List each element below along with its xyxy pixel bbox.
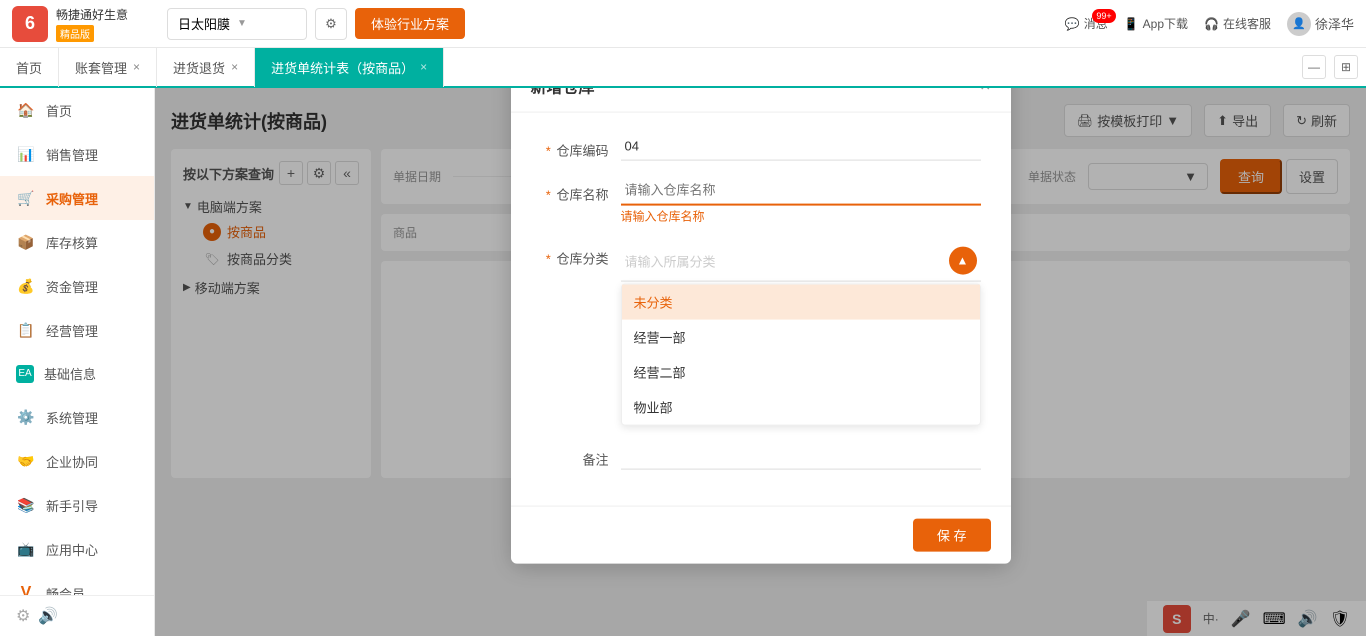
- vip-icon: V: [16, 583, 36, 595]
- guide-icon: 📚: [16, 495, 36, 515]
- sidebar-item-finance[interactable]: 💰 资金管理: [0, 264, 154, 308]
- sidebar: 🏠 首页 📊 销售管理 🛒 采购管理 📦 库存核算 💰 资金管理 📋 经: [0, 88, 155, 636]
- category-placeholder: 请输入所属分类: [625, 251, 716, 270]
- tab-minimize-btn[interactable]: —: [1302, 55, 1326, 79]
- notes-input[interactable]: [621, 442, 981, 470]
- app-logo-icon: 6: [12, 6, 48, 42]
- dropdown-item-3[interactable]: 物业部: [622, 390, 980, 425]
- basic-info-icon: EA: [16, 365, 34, 383]
- tab-close-stats[interactable]: ×: [420, 60, 427, 74]
- phone-icon: 📱: [1124, 17, 1139, 31]
- inventory-icon: 📦: [16, 232, 36, 252]
- logo-area: 6 畅捷通好生意 精品版: [12, 6, 167, 42]
- dropdown-item-1[interactable]: 经营一部: [622, 320, 980, 355]
- sidebar-item-enterprise[interactable]: 🤝 企业协同: [0, 439, 154, 483]
- tab-account[interactable]: 账套管理 ×: [59, 47, 157, 87]
- sidebar-footer: ⚙ 🔊: [0, 595, 154, 636]
- modal-title: 新增仓库: [531, 88, 595, 98]
- app-center-icon: 📺: [16, 539, 36, 559]
- notes-field: [621, 442, 981, 470]
- message-icon: 💬: [1065, 17, 1080, 31]
- tab-purchase-return[interactable]: 进货退货 ×: [157, 47, 255, 87]
- online-service-item[interactable]: 🎧 在线客服: [1204, 15, 1271, 32]
- speaker-icon[interactable]: 🔊: [38, 606, 58, 626]
- sidebar-item-vip[interactable]: V 畅会员: [0, 571, 154, 595]
- tab-home[interactable]: 首页: [0, 47, 59, 87]
- code-label: * 仓库编码: [541, 133, 621, 160]
- sidebar-item-home[interactable]: 🏠 首页: [0, 88, 154, 132]
- purchase-icon: 🛒: [16, 188, 36, 208]
- add-warehouse-modal: 新增仓库 × * 仓库编码 * 仓: [511, 88, 1011, 564]
- store-dropdown-arrow: ▼: [237, 18, 296, 29]
- gear-button[interactable]: ⚙: [315, 8, 347, 40]
- modal-body: * 仓库编码 * 仓库名称 请输入仓库名称: [511, 113, 1011, 506]
- tab-close-account[interactable]: ×: [133, 60, 140, 74]
- category-dropdown-list: 未分类 经营一部 经营二部 物业部: [621, 284, 981, 426]
- name-label: * 仓库名称: [541, 177, 621, 204]
- save-button[interactable]: 保 存: [913, 519, 991, 552]
- sidebar-item-sales[interactable]: 📊 销售管理: [0, 132, 154, 176]
- sidebar-item-operations[interactable]: 📋 经营管理: [0, 308, 154, 352]
- avatar: 👤: [1287, 12, 1311, 36]
- sales-icon: 📊: [16, 144, 36, 164]
- message-badge: 99+: [1092, 9, 1115, 23]
- settings-icon[interactable]: ⚙: [16, 606, 30, 626]
- operations-icon: 📋: [16, 320, 36, 340]
- sidebar-item-purchase[interactable]: 🛒 采购管理: [0, 176, 154, 220]
- form-row-name: * 仓库名称 请输入仓库名称: [541, 177, 981, 225]
- tab-expand-btn[interactable]: ⊞: [1334, 55, 1358, 79]
- sidebar-item-app-center[interactable]: 📺 应用中心: [0, 527, 154, 571]
- form-row-notes: 备注: [541, 442, 981, 470]
- header-right: 💬 消息 99+ 📱 App下载 🎧 在线客服 👤 徐泽华: [1065, 12, 1354, 36]
- app-download-item[interactable]: 📱 App下载: [1124, 15, 1188, 32]
- code-field: [621, 133, 981, 161]
- trial-button[interactable]: 体验行业方案: [355, 8, 465, 39]
- modal-header: 新增仓库 ×: [511, 88, 1011, 113]
- tabs-bar: 首页 账套管理 × 进货退货 × 进货单统计表（按商品） × — ⊞: [0, 48, 1366, 88]
- sidebar-item-basic-info[interactable]: EA 基础信息: [0, 352, 154, 395]
- name-field: 请输入仓库名称: [621, 177, 981, 225]
- dropdown-toggle-icon[interactable]: ▲: [949, 247, 977, 275]
- tab-close-return[interactable]: ×: [231, 60, 238, 74]
- content-area: 进货单统计(按商品) 🖨 按模板打印 ▼ ⬆ 导出 ↻ 刷新: [155, 88, 1366, 636]
- enterprise-icon: 🤝: [16, 451, 36, 471]
- message-item[interactable]: 💬 消息 99+: [1065, 15, 1108, 32]
- user-item[interactable]: 👤 徐泽华: [1287, 12, 1354, 36]
- system-icon: ⚙️: [16, 407, 36, 427]
- store-selector[interactable]: 日太阳膜 ▼: [167, 8, 307, 40]
- main-layout: 🏠 首页 📊 销售管理 🛒 采购管理 📦 库存核算 💰 资金管理 📋 经: [0, 88, 1366, 636]
- notes-label: 备注: [541, 442, 621, 469]
- modal-footer: 保 存: [511, 506, 1011, 564]
- form-row-code: * 仓库编码: [541, 133, 981, 161]
- sidebar-item-system[interactable]: ⚙️ 系统管理: [0, 395, 154, 439]
- modal-close-button[interactable]: ×: [980, 88, 991, 96]
- code-input[interactable]: [621, 133, 981, 161]
- dropdown-item-2[interactable]: 经营二部: [622, 355, 980, 390]
- logo-text: 畅捷通好生意 精品版: [56, 6, 128, 42]
- form-row-category: * 仓库分类 请输入所属分类 ▲ 未分类 经营一部 经营二部 物业部: [541, 241, 981, 426]
- header-middle: 日太阳膜 ▼ ⚙ 体验行业方案: [167, 8, 1065, 40]
- dropdown-item-0[interactable]: 未分类: [622, 285, 980, 320]
- sidebar-item-guide[interactable]: 📚 新手引导: [0, 483, 154, 527]
- name-error-msg: 请输入仓库名称: [621, 208, 981, 225]
- category-field: 请输入所属分类 ▲ 未分类 经营一部 经营二部 物业部: [621, 241, 981, 426]
- tabs-actions: — ⊞: [1302, 55, 1366, 79]
- sidebar-item-inventory[interactable]: 📦 库存核算: [0, 220, 154, 264]
- category-label: * 仓库分类: [541, 241, 621, 268]
- category-dropdown[interactable]: 请输入所属分类 ▲: [621, 241, 981, 282]
- name-input[interactable]: [621, 177, 981, 206]
- tab-purchase-stats[interactable]: 进货单统计表（按商品） ×: [255, 47, 444, 87]
- headset-icon: 🎧: [1204, 17, 1219, 31]
- finance-icon: 💰: [16, 276, 36, 296]
- top-header: 6 畅捷通好生意 精品版 日太阳膜 ▼ ⚙ 体验行业方案 💬 消息 99+ 📱 …: [0, 0, 1366, 48]
- home-icon: 🏠: [16, 100, 36, 120]
- sidebar-nav: 🏠 首页 📊 销售管理 🛒 采购管理 📦 库存核算 💰 资金管理 📋 经: [0, 88, 154, 595]
